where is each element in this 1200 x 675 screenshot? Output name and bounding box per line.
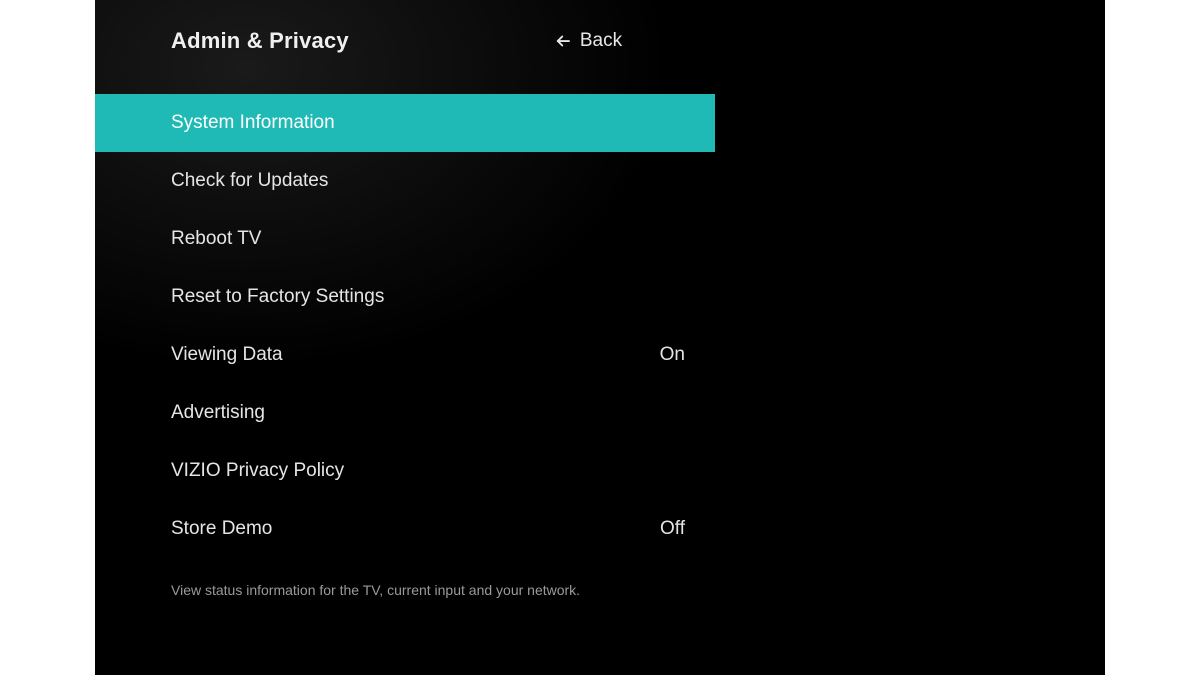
back-button[interactable]: Back: [554, 30, 622, 52]
menu-item-label: Check for Updates: [171, 170, 328, 192]
menu-item-label: System Information: [171, 112, 335, 134]
footer-hint: View status information for the TV, curr…: [171, 582, 1105, 598]
menu-item-vizio-privacy-policy[interactable]: VIZIO Privacy Policy: [95, 442, 715, 500]
back-arrow-icon: [554, 32, 572, 50]
menu-item-value: On: [660, 344, 685, 366]
menu-item-value: Off: [660, 518, 685, 540]
menu-item-label: Viewing Data: [171, 344, 283, 366]
menu-item-label: VIZIO Privacy Policy: [171, 460, 344, 482]
menu-item-reset-to-factory-settings[interactable]: Reset to Factory Settings: [95, 268, 715, 326]
menu-item-advertising[interactable]: Advertising: [95, 384, 715, 442]
menu-item-check-for-updates[interactable]: Check for Updates: [95, 152, 715, 210]
menu-item-label: Reset to Factory Settings: [171, 286, 384, 308]
page-title: Admin & Privacy: [171, 28, 349, 54]
header-row: Admin & Privacy Back: [171, 28, 1105, 68]
menu-item-system-information[interactable]: System Information: [95, 94, 715, 152]
menu-item-label: Store Demo: [171, 518, 272, 540]
back-label: Back: [580, 30, 622, 52]
menu-item-viewing-data[interactable]: Viewing Data On: [95, 326, 715, 384]
menu-item-label: Advertising: [171, 402, 265, 424]
menu-item-label: Reboot TV: [171, 228, 261, 250]
menu-list: System Information Check for Updates Reb…: [95, 94, 1105, 558]
tv-settings-screen: Admin & Privacy Back System Information …: [95, 0, 1105, 675]
menu-item-store-demo[interactable]: Store Demo Off: [95, 500, 715, 558]
menu-item-reboot-tv[interactable]: Reboot TV: [95, 210, 715, 268]
